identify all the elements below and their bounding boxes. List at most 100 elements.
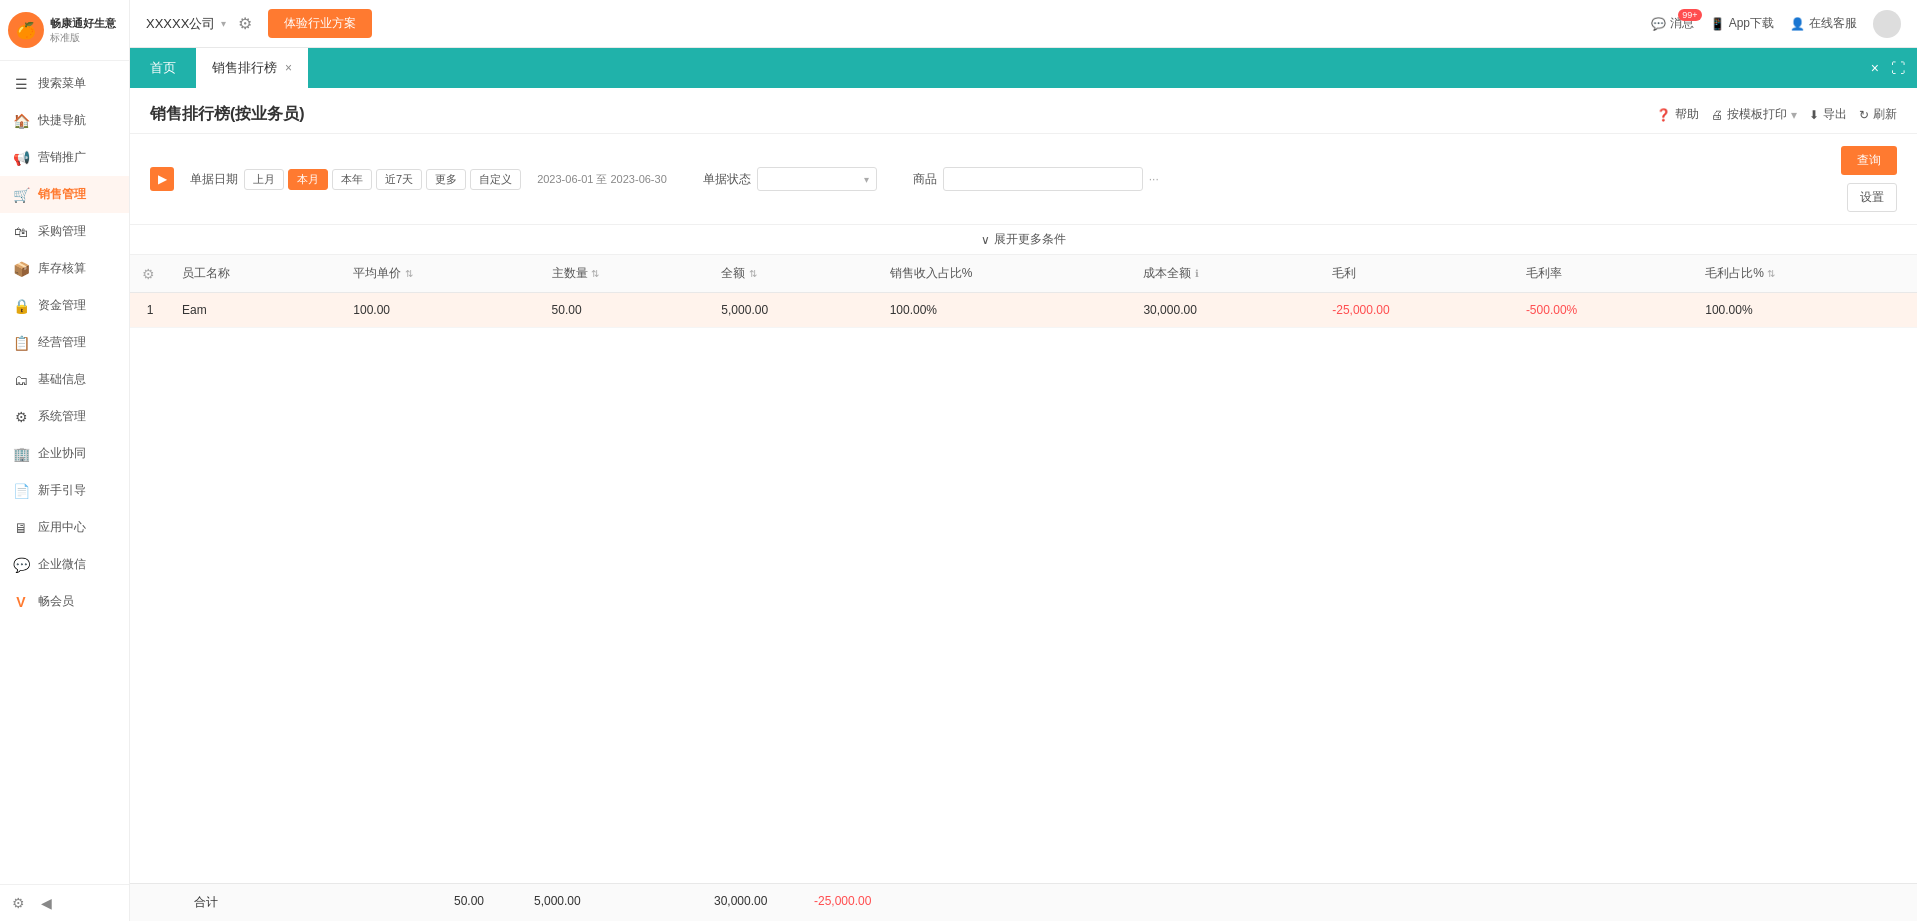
date-btn-last-month[interactable]: 上月 — [244, 169, 284, 190]
inventory-icon: 📦 — [12, 261, 30, 277]
tab-maximize-icon[interactable]: ⛶ — [1891, 60, 1905, 76]
table-footer: 合计 50.00 5,000.00 30,000.00 -25,000.00 — [130, 883, 1917, 921]
online-service-btn[interactable]: 👤 在线客服 — [1790, 15, 1857, 32]
sidebar-item-member[interactable]: V 畅会员 — [0, 583, 129, 620]
logo-text: 畅康通好生意 标准版 — [50, 16, 116, 45]
sidebar-item-enterprise-collab[interactable]: 🏢 企业协同 — [0, 435, 129, 472]
export-btn[interactable]: ⬇ 导出 — [1809, 106, 1847, 123]
notice-badge: 99+ — [1678, 9, 1701, 21]
col-amount: 全额 ⇅ — [709, 255, 877, 293]
tab-home[interactable]: 首页 — [130, 48, 196, 88]
sidebar-item-enterprise-wechat[interactable]: 💬 企业微信 — [0, 546, 129, 583]
cell-amount: 5,000.00 — [709, 293, 877, 328]
sidebar-item-inventory[interactable]: 📦 库存核算 — [0, 250, 129, 287]
basic-info-icon: 🗂 — [12, 372, 30, 388]
expand-more-btn[interactable]: ∨ 展开更多条件 — [981, 231, 1066, 248]
app-download-icon: 📱 — [1710, 17, 1725, 31]
print-dropdown-icon: ▾ — [1791, 108, 1797, 122]
home-icon: 🏠 — [12, 113, 30, 129]
sidebar-collapse-icon[interactable]: ◀ — [41, 895, 52, 911]
main-qty-sort[interactable]: ⇅ — [591, 268, 599, 279]
search-order-icon: ☰ — [12, 76, 30, 92]
cost-info-icon[interactable]: ℹ — [1195, 268, 1199, 279]
sidebar-nav: ☰ 搜索菜单 🏠 快捷导航 📢 营销推广 🛒 销售管理 🛍 采购管理 📦 库存核… — [0, 61, 129, 884]
enterprise-icon: 🏢 — [12, 446, 30, 462]
tab-close-icon[interactable]: × — [285, 61, 292, 75]
sidebar-item-app-center[interactable]: 🖥 应用中心 — [0, 509, 129, 546]
sidebar-item-label: 系统管理 — [38, 408, 86, 425]
filter-expand-arrow[interactable]: ▶ — [150, 167, 174, 191]
data-table: ⚙ 员工名称 平均单价 ⇅ 主数量 ⇅ — [130, 255, 1917, 328]
cell-avg-price: 100.00 — [341, 293, 539, 328]
sidebar-item-search-order[interactable]: ☰ 搜索菜单 — [0, 65, 129, 102]
logo-badge: 标准版 — [50, 31, 116, 45]
app-download-btn[interactable]: 📱 App下载 — [1710, 15, 1774, 32]
date-btn-more[interactable]: 更多 — [426, 169, 466, 190]
content-inner: 销售排行榜(按业务员) ❓ 帮助 🖨 按模板打印 ▾ ⬇ 导出 — [130, 88, 1917, 921]
cell-rank: 1 — [130, 293, 170, 328]
expand-more-row: ∨ 展开更多条件 — [130, 225, 1917, 255]
sidebar-settings-icon[interactable]: ⚙ — [12, 895, 25, 911]
refresh-label: 刷新 — [1873, 106, 1897, 123]
footer-cost: 30,000.00 — [702, 894, 802, 911]
app-center-icon: 🖥 — [12, 520, 30, 536]
tab-right-actions: × ⛶ — [1871, 60, 1917, 76]
col-gross: 毛利 — [1320, 255, 1514, 293]
sidebar-item-label: 搜索菜单 — [38, 75, 86, 92]
export-icon: ⬇ — [1809, 108, 1819, 122]
goods-more-icon[interactable]: ··· — [1149, 172, 1159, 186]
sidebar-item-finance[interactable]: 🔒 资金管理 — [0, 287, 129, 324]
settings-btn[interactable]: 设置 — [1847, 183, 1897, 212]
refresh-btn[interactable]: ↻ 刷新 — [1859, 106, 1897, 123]
goods-filter-label: 商品 — [913, 171, 937, 188]
date-btn-this-year[interactable]: 本年 — [332, 169, 372, 190]
user-avatar[interactable] — [1873, 10, 1901, 38]
amount-sort[interactable]: ⇅ — [749, 268, 757, 279]
topbar: XXXXX公司 ▾ ⚙ 体验行业方案 💬 消息 99+ 📱 App下载 👤 在线… — [130, 0, 1917, 48]
sidebar-item-quick-nav[interactable]: 🏠 快捷导航 — [0, 102, 129, 139]
goods-input[interactable] — [943, 167, 1143, 191]
query-btn[interactable]: 查询 — [1841, 146, 1897, 175]
sidebar-item-beginner-guide[interactable]: 📄 新手引导 — [0, 472, 129, 509]
table-row: 1 Eam 100.00 50.00 5,000.00 100.00% 30,0… — [130, 293, 1917, 328]
notice-icon: 💬 — [1651, 17, 1666, 31]
print-btn[interactable]: 🖨 按模板打印 ▾ — [1711, 106, 1797, 123]
sidebar-item-label: 基础信息 — [38, 371, 86, 388]
status-select[interactable] — [757, 167, 877, 191]
marketing-icon: 📢 — [12, 150, 30, 166]
cell-sales-pct: 100.00% — [878, 293, 1132, 328]
sidebar-item-basic-info[interactable]: 🗂 基础信息 — [0, 361, 129, 398]
date-btn-this-month[interactable]: 本月 — [288, 169, 328, 190]
sidebar-item-sales-mgmt[interactable]: 🛒 销售管理 — [0, 176, 129, 213]
service-label: 在线客服 — [1809, 15, 1857, 32]
sidebar-item-purchase-mgmt[interactable]: 🛍 采购管理 — [0, 213, 129, 250]
cell-main-qty: 50.00 — [540, 293, 710, 328]
gross-pct-sort[interactable]: ⇅ — [1767, 268, 1775, 279]
sidebar-item-operations[interactable]: 📋 经营管理 — [0, 324, 129, 361]
topbar-settings-icon[interactable]: ⚙ — [238, 14, 252, 33]
sidebar-item-system-mgmt[interactable]: ⚙ 系统管理 — [0, 398, 129, 435]
trial-btn[interactable]: 体验行业方案 — [268, 9, 372, 38]
column-settings-icon[interactable]: ⚙ — [142, 266, 155, 282]
sidebar-item-marketing[interactable]: 📢 营销推广 — [0, 139, 129, 176]
sales-icon: 🛒 — [12, 187, 30, 203]
sidebar-item-label: 新手引导 — [38, 482, 86, 499]
help-btn[interactable]: ❓ 帮助 — [1656, 106, 1699, 123]
company-selector[interactable]: XXXXX公司 ▾ — [146, 15, 226, 33]
col-main-qty: 主数量 ⇅ — [540, 255, 710, 293]
tab-minimize-icon[interactable]: × — [1871, 60, 1879, 76]
tabbar: 首页 销售排行榜 × × ⛶ — [130, 48, 1917, 88]
tab-sales-ranking[interactable]: 销售排行榜 × — [196, 48, 308, 88]
date-btn-custom[interactable]: 自定义 — [470, 169, 521, 190]
topbar-right: 💬 消息 99+ 📱 App下载 👤 在线客服 — [1651, 10, 1901, 38]
date-range-display: 2023-06-01 至 2023-06-30 — [537, 172, 667, 187]
logo-icon: 🍊 — [8, 12, 44, 48]
notice-btn[interactable]: 💬 消息 99+ — [1651, 15, 1694, 32]
footer-amount: 5,000.00 — [522, 894, 602, 911]
col-settings: ⚙ — [130, 255, 170, 293]
footer-total-label: 合计 — [182, 894, 342, 911]
avg-price-sort[interactable]: ⇅ — [405, 268, 413, 279]
date-btn-7days[interactable]: 近7天 — [376, 169, 422, 190]
footer-main-qty: 50.00 — [442, 894, 522, 911]
status-select-wrap — [757, 167, 877, 191]
